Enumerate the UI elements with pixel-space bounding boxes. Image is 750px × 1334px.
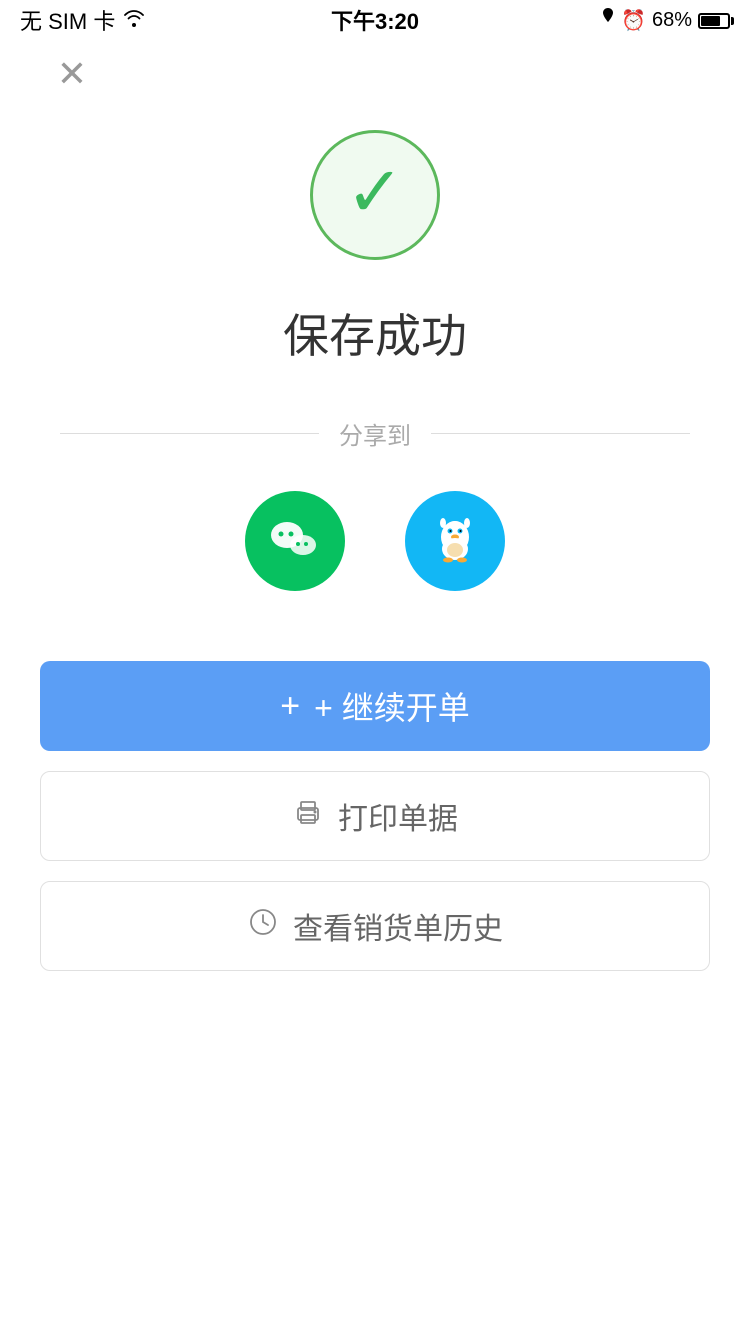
continue-order-button[interactable]: + + 继续开单: [40, 661, 710, 751]
print-label: 打印单据: [338, 794, 458, 838]
success-circle: ✓: [310, 130, 440, 260]
divider-left: [60, 433, 319, 434]
location-icon: [601, 8, 615, 32]
continue-label: + 继续开单: [314, 683, 470, 729]
close-button[interactable]: ✕: [50, 52, 94, 96]
status-time: 下午3:20: [331, 4, 419, 36]
qq-icon: [425, 511, 485, 571]
status-left: 无 SIM 卡: [20, 4, 145, 36]
success-title: 保存成功: [283, 300, 467, 366]
wifi-icon: [123, 7, 145, 33]
continue-icon: +: [280, 687, 300, 726]
alarm-icon: ⏰: [621, 8, 646, 33]
history-icon: [247, 906, 279, 946]
share-label: 分享到: [319, 416, 431, 451]
battery-text: 68%: [652, 9, 692, 32]
no-sim-text: 无 SIM 卡: [20, 4, 115, 36]
share-divider: 分享到: [0, 416, 750, 451]
action-buttons: + + 继续开单 打印单据 查看销货单历史: [0, 661, 750, 971]
close-icon: ✕: [57, 56, 87, 92]
battery-icon: [698, 9, 730, 32]
print-button[interactable]: 打印单据: [40, 771, 710, 861]
history-label: 查看销货单历史: [293, 904, 503, 948]
checkmark-icon: ✓: [346, 157, 405, 227]
status-bar: 无 SIM 卡 下午3:20 ⏰ 68%: [0, 0, 750, 40]
print-icon: [292, 796, 324, 836]
divider-right: [431, 433, 690, 434]
share-icons: [245, 491, 505, 591]
history-button[interactable]: 查看销货单历史: [40, 881, 710, 971]
main-content: ✓ 保存成功 分享到: [0, 40, 750, 971]
wechat-icon: [265, 511, 325, 571]
status-right: ⏰ 68%: [601, 8, 730, 33]
qq-share-button[interactable]: [405, 491, 505, 591]
wechat-share-button[interactable]: [245, 491, 345, 591]
